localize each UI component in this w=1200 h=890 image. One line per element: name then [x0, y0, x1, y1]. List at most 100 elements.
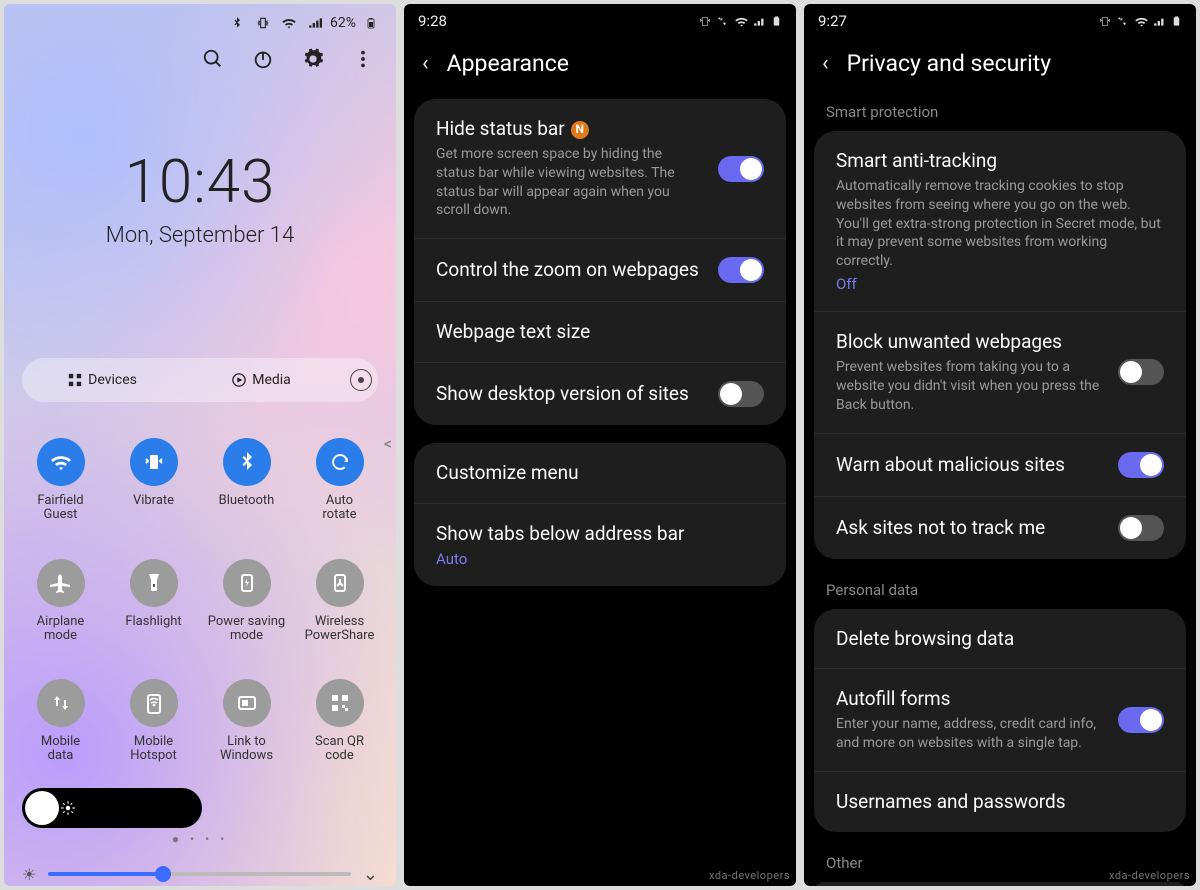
privacy-group-1: Smart anti-tracking Automatically remove …	[814, 131, 1186, 559]
setting-row[interactable]: Show desktop version of sites	[414, 363, 786, 425]
qs-tile-rotate[interactable]: Autorotate	[293, 438, 386, 523]
qs-tile-qr[interactable]: Scan QRcode	[293, 679, 386, 764]
qs-tile-flashlight[interactable]: Flashlight	[107, 559, 200, 644]
toggle-switch[interactable]	[1118, 707, 1164, 733]
hotspot-icon	[130, 679, 178, 727]
qs-label: Airplanemode	[37, 615, 85, 644]
qs-tile-mobiledata[interactable]: Mobiledata	[14, 679, 107, 764]
mobiledata-icon	[37, 679, 85, 727]
status-bar: 9:27	[804, 4, 1196, 34]
brightness-row: ☀ ⌄	[22, 864, 378, 885]
qs-label: Power savingmode	[208, 615, 285, 644]
qs-tile-powersave[interactable]: Power savingmode	[200, 559, 293, 644]
qs-label: Autorotate	[322, 494, 356, 523]
toggle-switch[interactable]	[1118, 452, 1164, 478]
setting-row[interactable]: Block unwanted webpagesPrevent websites …	[814, 312, 1186, 433]
setting-row[interactable]: Hide status barNGet more screen space by…	[414, 99, 786, 239]
qs-tile-wifi[interactable]: FairfieldGuest	[14, 438, 107, 523]
back-icon[interactable]: ‹	[822, 51, 829, 76]
chevron-down-icon[interactable]: ⌄	[363, 864, 378, 885]
status-time: 9:28	[418, 12, 447, 30]
battery-text: 62%	[330, 15, 356, 31]
privacy-group-3	[814, 882, 1186, 886]
toggle-switch[interactable]	[1118, 359, 1164, 385]
row-title: Hide status barN	[436, 117, 704, 141]
appearance-group-2: Customize menu Show tabs below address ba…	[414, 443, 786, 586]
row-title: Autofill forms	[836, 687, 1104, 711]
row-title: Usernames and passwords	[836, 790, 1164, 814]
auto-brightness-icon	[59, 799, 199, 817]
qs-tile-link[interactable]: Link toWindows	[200, 679, 293, 764]
vibrate-status-icon	[252, 12, 274, 34]
sun-icon: ☀	[22, 865, 36, 884]
setting-row[interactable]: Webpage text size	[414, 302, 786, 363]
qr-icon	[316, 679, 364, 727]
gear-icon[interactable]	[302, 48, 324, 70]
chip-media-label: Media	[252, 372, 291, 388]
chip-devices[interactable]: Devices	[28, 364, 177, 396]
target-icon[interactable]	[350, 369, 372, 391]
more-icon[interactable]	[352, 48, 374, 70]
page-dots: ● • • •	[4, 832, 396, 846]
clock-block: 10:43 Mon, September 14	[4, 146, 396, 248]
row-title: Customize menu	[436, 461, 764, 485]
appearance-group-1: Hide status barNGet more screen space by…	[414, 99, 786, 425]
row-value: Off	[836, 275, 1164, 293]
wifi-status-icon	[278, 12, 300, 34]
page-title: Appearance	[447, 50, 569, 77]
screen-quick-settings: 62% 10:43 Mon, September 14 Devices Medi…	[4, 4, 396, 886]
section-smart-protection: Smart protection	[804, 99, 1196, 131]
section-personal-data: Personal data	[804, 577, 1196, 609]
flashlight-icon	[130, 559, 178, 607]
bluetooth-icon	[223, 438, 271, 486]
setting-row[interactable]: Control the zoom on webpages	[414, 239, 786, 302]
link-icon	[223, 679, 271, 727]
qs-tile-powershare[interactable]: WirelessPowerShare	[293, 559, 386, 644]
setting-row[interactable]: Delete browsing data	[814, 609, 1186, 670]
row-title: Ask sites not to track me	[836, 516, 1104, 540]
setting-row[interactable]: Autofill formsEnter your name, address, …	[814, 669, 1186, 772]
media-icon	[232, 373, 246, 387]
search-icon[interactable]	[202, 48, 224, 70]
qs-tile-airplane[interactable]: Airplanemode	[14, 559, 107, 644]
qs-label: WirelessPowerShare	[305, 615, 375, 644]
qs-label: Flashlight	[125, 615, 181, 629]
qs-tile-vibrate[interactable]: Vibrate	[107, 438, 200, 523]
setting-row[interactable]: Show tabs below address barAuto	[414, 504, 786, 586]
chip-media[interactable]: Media	[187, 364, 336, 396]
new-badge: N	[571, 121, 589, 139]
clock-date: Mon, September 14	[4, 223, 396, 248]
row-title: Smart anti-tracking	[836, 149, 1164, 173]
setting-row[interactable]: Warn about malicious sites	[814, 434, 1186, 497]
rotate-icon	[316, 438, 364, 486]
setting-row[interactable]: Ask sites not to track me	[814, 497, 1186, 559]
toggle-switch[interactable]	[718, 156, 764, 182]
privacy-group-2: Delete browsing dataAutofill formsEnter …	[814, 609, 1186, 832]
toggle-switch[interactable]	[718, 257, 764, 283]
clock-time: 10:43	[4, 146, 396, 217]
dark-mode-pill[interactable]	[22, 788, 202, 828]
pill-knob	[25, 791, 59, 825]
brightness-slider[interactable]	[48, 872, 351, 876]
setting-row[interactable]: Smart anti-tracking Automatically remove …	[814, 131, 1186, 312]
qs-label: Mobiledata	[41, 735, 80, 764]
setting-row[interactable]: Usernames and passwords	[814, 772, 1186, 832]
page-header: ‹ Privacy and security	[804, 34, 1196, 99]
status-icons	[1098, 13, 1182, 29]
chevron-left-icon[interactable]: <	[384, 434, 392, 453]
setting-row[interactable]: Customize menu	[414, 443, 786, 504]
qs-grid: FairfieldGuestVibrateBluetooth Autorotate…	[14, 438, 386, 764]
qs-label: Scan QRcode	[315, 735, 364, 764]
power-icon[interactable]	[252, 48, 274, 70]
vibrate-icon	[130, 438, 178, 486]
qs-tile-bluetooth[interactable]: Bluetooth	[200, 438, 293, 523]
status-bar: 9:28	[404, 4, 796, 34]
qs-tile-hotspot[interactable]: MobileHotspot	[107, 679, 200, 764]
row-subtitle: Automatically remove tracking cookies to…	[836, 177, 1164, 271]
toggle-switch[interactable]	[718, 381, 764, 407]
toggle-switch[interactable]	[1118, 515, 1164, 541]
page-header: ‹ Appearance	[404, 34, 796, 99]
wifi-icon	[37, 438, 85, 486]
back-icon[interactable]: ‹	[422, 51, 429, 76]
page-title: Privacy and security	[847, 50, 1051, 77]
